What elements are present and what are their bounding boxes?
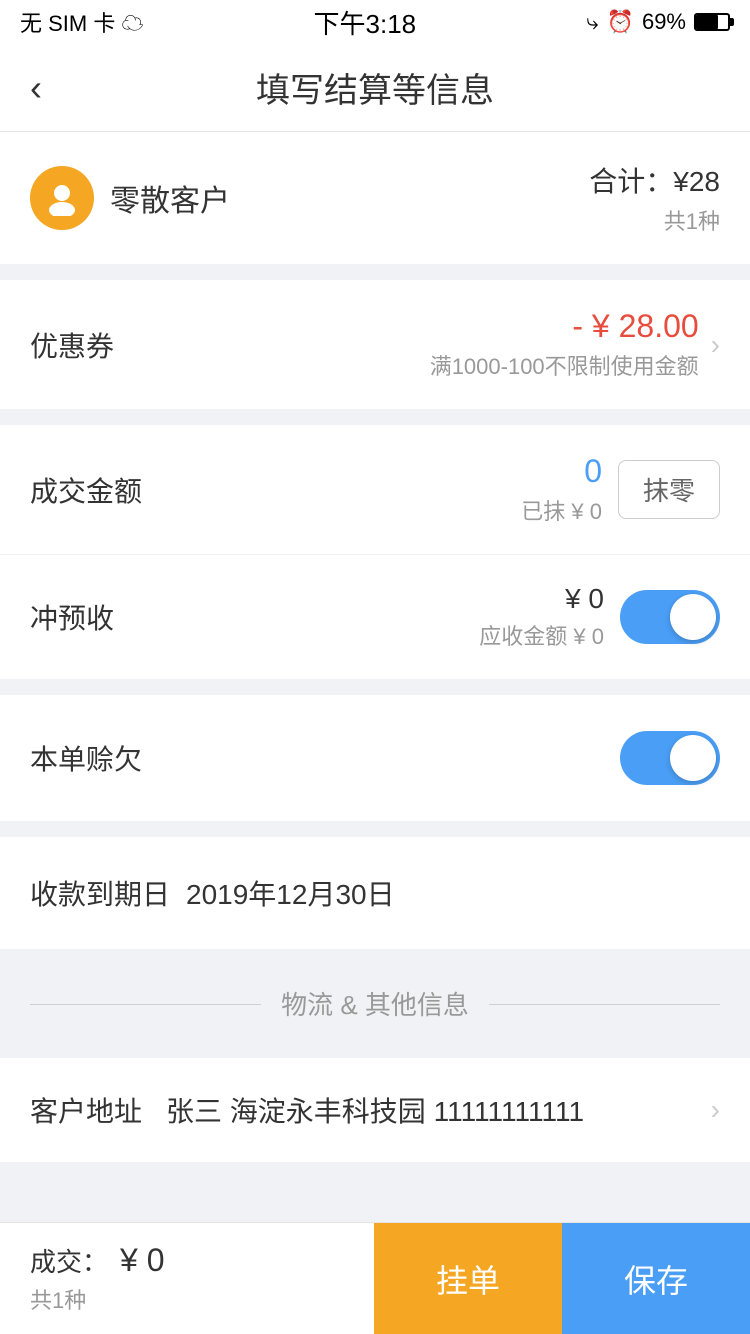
coupon-desc: 满1000-100不限制使用金额	[430, 349, 699, 381]
debt-section: 本单赊欠	[0, 695, 750, 821]
main-content: 零散客户 合计：¥28 共1种 优惠券 - ¥ 28.00 满1000-100不…	[0, 132, 750, 1298]
status-left: 无 SIM 卡 ☁	[20, 6, 143, 38]
prepayment-row: 冲预收 ¥ 0 应收金额 ¥ 0	[0, 555, 750, 679]
deal-sub: 已抹 ¥ 0	[521, 494, 602, 526]
prepayment-right: ¥ 0 应收金额 ¥ 0	[479, 583, 720, 651]
bottom-deal-label: 成交：	[30, 1242, 108, 1279]
coupon-section[interactable]: 优惠券 - ¥ 28.00 满1000-100不限制使用金额 ›	[0, 280, 750, 409]
battery-percent: 69%	[642, 9, 686, 35]
customer-section: 零散客户 合计：¥28 共1种	[0, 132, 750, 264]
debt-toggle[interactable]	[620, 731, 720, 785]
address-label: 客户地址	[30, 1090, 142, 1130]
deal-amount-row: 成交金额 0 已抹 ¥ 0 抹零	[0, 425, 750, 555]
pending-button[interactable]: 挂单	[374, 1223, 562, 1334]
bottom-count: 共1种	[30, 1283, 344, 1315]
page-title: 填写结算等信息	[256, 63, 494, 112]
debt-toggle-knob	[670, 735, 716, 781]
due-date-value: 2019年12月30日	[186, 873, 395, 913]
location-icon: ⤷	[586, 9, 598, 35]
deal-value: 0	[521, 453, 602, 490]
address-value: 张三 海淀永丰科技园 11111111111	[166, 1090, 711, 1130]
address-section[interactable]: 客户地址 张三 海淀永丰科技园 11111111111 ›	[0, 1058, 750, 1162]
address-chevron-icon: ›	[711, 1094, 720, 1126]
prepayment-label: 冲预收	[30, 597, 114, 637]
due-date-section: 收款到期日 2019年12月30日	[0, 837, 750, 949]
coupon-label: 优惠券	[30, 325, 114, 365]
prepayment-sub: 应收金额 ¥ 0	[479, 619, 604, 651]
coupon-discount: - ¥ 28.00	[430, 308, 699, 345]
logistics-label: 物流 & 其他信息	[261, 985, 489, 1022]
bottom-info: 成交： ¥ 0 共1种	[0, 1242, 374, 1315]
deal-label: 成交金额	[30, 470, 142, 510]
nav-bar: ‹ 填写结算等信息	[0, 44, 750, 132]
bottom-deal-amount: ¥ 0	[120, 1242, 164, 1279]
coupon-info: - ¥ 28.00 满1000-100不限制使用金额	[430, 308, 699, 381]
prepayment-value: ¥ 0	[479, 583, 604, 615]
debt-label: 本单赊欠	[30, 738, 142, 778]
status-bar: 无 SIM 卡 ☁ 下午3:18 ⤷ ⏰ 69%	[0, 0, 750, 44]
prepayment-value-block: ¥ 0 应收金额 ¥ 0	[479, 583, 604, 651]
customer-summary: 合计：¥28 共1种	[589, 160, 720, 236]
total-count: 共1种	[589, 204, 720, 236]
back-button[interactable]: ‹	[30, 67, 42, 109]
alarm-icon: ⏰	[607, 9, 634, 35]
coupon-right: - ¥ 28.00 满1000-100不限制使用金额 ›	[430, 308, 720, 381]
avatar	[30, 166, 94, 230]
battery-icon	[694, 13, 730, 31]
customer-name: 零散客户	[110, 176, 230, 220]
bottom-bar: 成交： ¥ 0 共1种 挂单 保存	[0, 1222, 750, 1334]
deal-right: 0 已抹 ¥ 0 抹零	[521, 453, 720, 526]
save-button[interactable]: 保存	[562, 1223, 750, 1334]
prepayment-toggle[interactable]	[620, 590, 720, 644]
logistics-divider: 物流 & 其他信息	[0, 965, 750, 1042]
deal-section: 成交金额 0 已抹 ¥ 0 抹零 冲预收 ¥ 0 应收金额 ¥ 0	[0, 425, 750, 679]
status-right: ⤷ ⏰ 69%	[586, 9, 730, 35]
round-zero-button[interactable]: 抹零	[618, 460, 720, 519]
total-amount: 合计：¥28	[589, 160, 720, 200]
deal-value-block: 0 已抹 ¥ 0	[521, 453, 602, 526]
due-date-label: 收款到期日	[30, 873, 170, 913]
status-time: 下午3:18	[314, 4, 417, 41]
customer-left: 零散客户	[30, 166, 230, 230]
toggle-knob	[670, 594, 716, 640]
sim-status: 无 SIM 卡 ☁	[20, 6, 143, 38]
bottom-deal-row: 成交： ¥ 0	[30, 1242, 344, 1279]
chevron-right-icon: ›	[711, 329, 720, 361]
